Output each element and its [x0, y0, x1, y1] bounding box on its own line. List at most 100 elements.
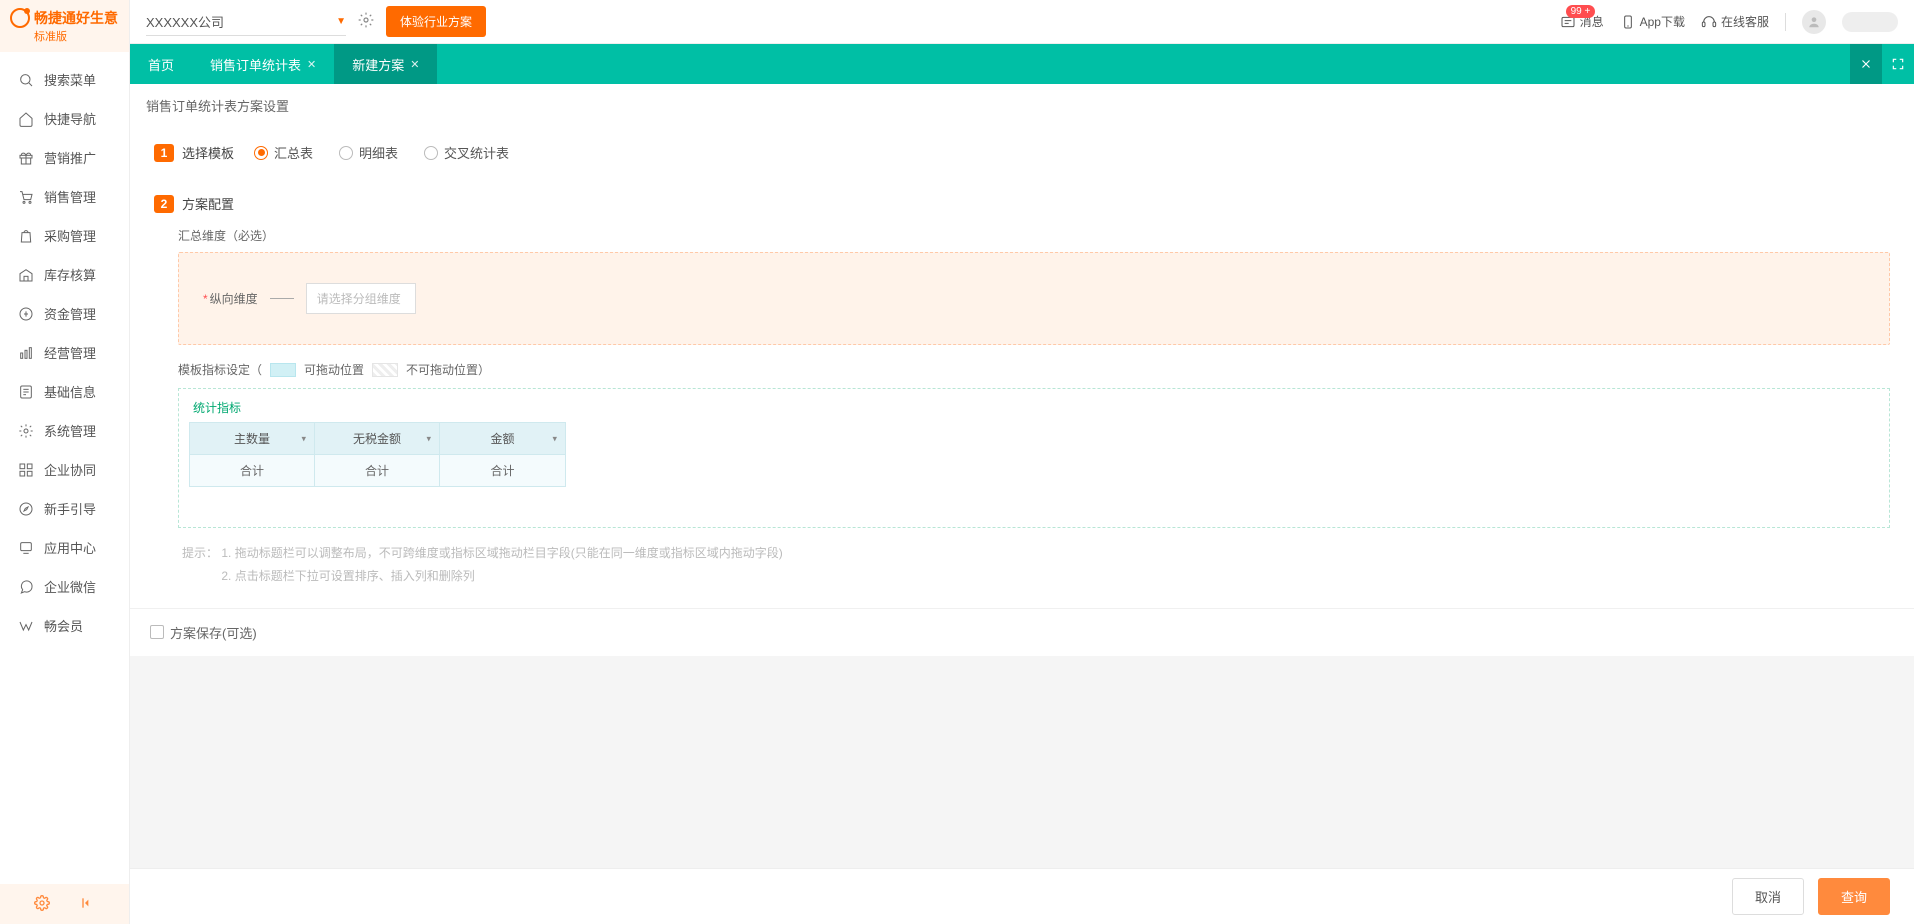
step-1-label: 选择模板: [182, 143, 234, 162]
sidebar-item-13[interactable]: 企业微信: [0, 567, 129, 606]
legend-nondraggable-label: 不可拖动位置）: [406, 361, 490, 378]
sidebar-item-2[interactable]: 营销推广: [0, 138, 129, 177]
company-settings-icon[interactable]: [358, 12, 374, 31]
divider: [1785, 13, 1786, 31]
sidebar-item-label: 系统管理: [44, 421, 96, 440]
app-download-button[interactable]: App下载: [1620, 13, 1685, 30]
tab-label: 首页: [148, 55, 174, 74]
tab-label: 销售订单统计表: [210, 55, 301, 74]
gift-icon: [18, 150, 34, 166]
sidebar-item-11[interactable]: 新手引导: [0, 489, 129, 528]
sidebar-item-9[interactable]: 系统管理: [0, 411, 129, 450]
company-selector[interactable]: XXXXXX公司 ▼: [146, 8, 346, 36]
settings-icon[interactable]: [34, 895, 50, 914]
sidebar-item-4[interactable]: 采购管理: [0, 216, 129, 255]
radio-icon: [339, 146, 353, 160]
tab-close-all-button[interactable]: [1850, 44, 1882, 84]
app-download-label: App下载: [1640, 13, 1685, 30]
chevron-down-icon[interactable]: ▾: [426, 433, 431, 444]
sidebar-item-3[interactable]: 销售管理: [0, 177, 129, 216]
chart-icon: [18, 345, 34, 361]
legend-draggable-label: 可拖动位置: [304, 361, 364, 378]
tab-label: 新建方案: [352, 55, 404, 74]
chevron-down-icon: ▼: [336, 16, 346, 27]
radio-label: 汇总表: [274, 143, 313, 162]
radio-icon: [254, 146, 268, 160]
tab-1[interactable]: 销售订单统计表 ✕: [192, 44, 334, 84]
content: 销售订单统计表方案设置 1 选择模板 汇总表明细表交叉统计表 2 方案配置 汇总…: [130, 84, 1914, 924]
sidebar-item-label: 企业协同: [44, 460, 96, 479]
chevron-down-icon[interactable]: ▾: [552, 433, 557, 444]
home-icon: [18, 111, 34, 127]
user-menu[interactable]: [1842, 12, 1898, 32]
tab-0[interactable]: 首页: [130, 44, 192, 84]
sidebar-item-1[interactable]: 快捷导航: [0, 99, 129, 138]
sidebar-item-label: 新手引导: [44, 499, 96, 518]
vip-icon: [18, 618, 34, 634]
metric-header-label: 无税金额: [353, 432, 401, 446]
cart-icon: [18, 189, 34, 205]
sidebar-item-6[interactable]: 资金管理: [0, 294, 129, 333]
sidebar-footer: [0, 884, 129, 924]
page-title: 销售订单统计表方案设置: [130, 84, 1914, 127]
metric-header-0[interactable]: 主数量 ▾: [190, 423, 315, 454]
sidebar-item-14[interactable]: 畅会员: [0, 606, 129, 645]
tab-2[interactable]: 新建方案 ✕: [334, 44, 437, 84]
tab-bar: 首页 销售订单统计表 ✕ 新建方案 ✕: [130, 44, 1914, 84]
hint-1: 1. 拖动标题栏可以调整布局，不可跨维度或指标区域拖动栏目字段(只能在同一维度或…: [221, 546, 782, 560]
query-button[interactable]: 查询: [1818, 878, 1890, 915]
bag-icon: [18, 228, 34, 244]
metric-body-0: 合计: [190, 454, 315, 486]
brand-edition: 标准版: [34, 28, 67, 44]
avatar[interactable]: [1802, 10, 1826, 34]
sidebar-item-label: 库存核算: [44, 265, 96, 284]
metrics-config-area: 统计指标 主数量▾无税金额▾金额▾ 合计合计合计: [178, 388, 1890, 528]
online-service-label: 在线客服: [1721, 13, 1769, 30]
metrics-legend: 模板指标设定（ 可拖动位置 不可拖动位置）: [178, 361, 1890, 378]
fullscreen-button[interactable]: [1882, 44, 1914, 84]
close-icon[interactable]: ✕: [410, 58, 419, 71]
chat-icon: [18, 579, 34, 595]
radio-icon: [424, 146, 438, 160]
save-plan-row: 方案保存(可选): [130, 608, 1914, 656]
sidebar-menu: 搜索菜单快捷导航营销推广销售管理采购管理库存核算资金管理经营管理基础信息系统管理…: [0, 52, 129, 884]
sidebar-item-8[interactable]: 基础信息: [0, 372, 129, 411]
sidebar-item-0[interactable]: 搜索菜单: [0, 60, 129, 99]
sidebar-item-7[interactable]: 经营管理: [0, 333, 129, 372]
close-icon[interactable]: ✕: [307, 58, 316, 71]
metric-header-2[interactable]: 金额▾: [440, 423, 565, 454]
sidebar-item-12[interactable]: 应用中心: [0, 528, 129, 567]
sidebar-item-label: 资金管理: [44, 304, 96, 323]
cancel-button[interactable]: 取消: [1732, 878, 1804, 915]
messages-button[interactable]: 99 + 消息: [1560, 13, 1604, 30]
step-2-label: 方案配置: [182, 194, 234, 213]
metric-header-1[interactable]: 无税金额 ▾: [315, 423, 440, 454]
industry-cta-button[interactable]: 体验行业方案: [386, 6, 486, 37]
dimension-dropzone: *纵向维度 请选择分组维度: [178, 252, 1890, 345]
sidebar-item-5[interactable]: 库存核算: [0, 255, 129, 294]
logo: 畅捷通好生意 标准版: [0, 0, 129, 52]
online-service-button[interactable]: 在线客服: [1701, 13, 1769, 30]
sidebar: 畅捷通好生意 标准版 搜索菜单快捷导航营销推广销售管理采购管理库存核算资金管理经…: [0, 0, 130, 924]
collapse-icon[interactable]: [79, 895, 95, 914]
compass-icon: [18, 501, 34, 517]
sidebar-item-label: 畅会员: [44, 616, 83, 635]
template-radio-0[interactable]: 汇总表: [254, 143, 313, 162]
chevron-down-icon[interactable]: ▾: [301, 433, 306, 444]
metric-header-label: 主数量: [234, 432, 270, 446]
sidebar-item-label: 营销推广: [44, 148, 96, 167]
template-radio-2[interactable]: 交叉统计表: [424, 143, 509, 162]
company-name: XXXXXX公司: [146, 12, 224, 31]
brand-text: 畅捷通好生意: [34, 8, 118, 28]
template-radio-1[interactable]: 明细表: [339, 143, 398, 162]
sidebar-item-10[interactable]: 企业协同: [0, 450, 129, 489]
grid-icon: [18, 462, 34, 478]
hint-block: 提示： 1. 拖动标题栏可以调整布局，不可跨维度或指标区域拖动栏目字段(只能在同…: [178, 528, 1890, 592]
template-radio-group: 汇总表 明细表 交叉统计表: [254, 143, 509, 162]
sidebar-item-label: 销售管理: [44, 187, 96, 206]
dimension-select[interactable]: 请选择分组维度: [306, 283, 416, 314]
step-2-row: 2 方案配置: [154, 186, 1890, 221]
save-plan-checkbox[interactable]: [150, 625, 164, 639]
search-icon: [18, 72, 34, 88]
step-1-row: 1 选择模板 汇总表明细表交叉统计表: [154, 135, 1890, 170]
